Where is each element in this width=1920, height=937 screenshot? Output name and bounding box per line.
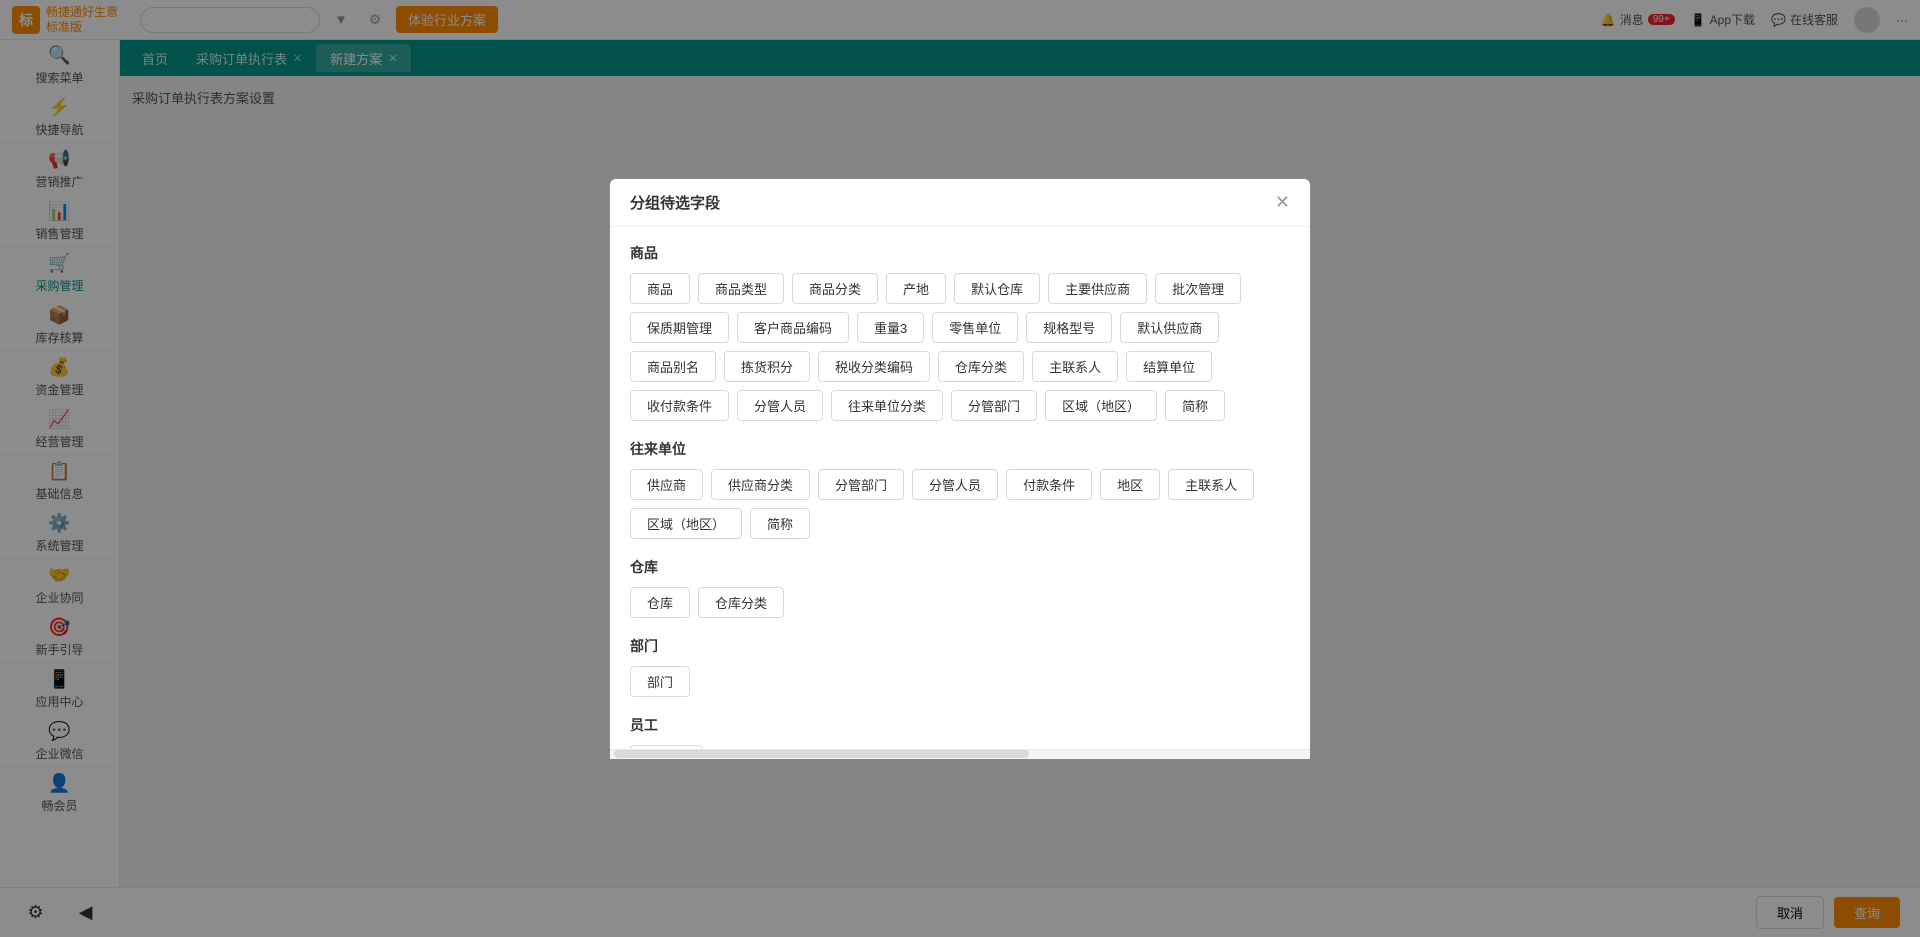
field-tag-goods-24[interactable]: 简称 [1165, 390, 1225, 421]
field-tag-warehouse-1[interactable]: 仓库分类 [698, 587, 784, 618]
modal-header: 分组待选字段 ✕ [610, 179, 1310, 227]
field-tag-goods-5[interactable]: 主要供应商 [1048, 273, 1147, 304]
field-tag-goods-22[interactable]: 分管部门 [951, 390, 1037, 421]
field-tag-goods-15[interactable]: 税收分类编码 [818, 351, 930, 382]
field-section-employee: 员工业务员 [630, 715, 1290, 750]
field-tag-goods-10[interactable]: 零售单位 [932, 312, 1018, 343]
field-section-title-department: 部门 [630, 636, 1290, 656]
modal-dialog: 分组待选字段 ✕ 商品商品商品类型商品分类产地默认仓库主要供应商批次管理保质期管… [610, 179, 1310, 759]
field-tag-goods-12[interactable]: 默认供应商 [1120, 312, 1219, 343]
field-tags-partner: 供应商供应商分类分管部门分管人员付款条件地区主联系人区域（地区） 简称 [630, 469, 1290, 539]
modal-overlay: 分组待选字段 ✕ 商品商品商品类型商品分类产地默认仓库主要供应商批次管理保质期管… [0, 0, 1920, 937]
field-tag-goods-11[interactable]: 规格型号 [1026, 312, 1112, 343]
field-tag-goods-18[interactable]: 结算单位 [1126, 351, 1212, 382]
field-tag-goods-23[interactable]: 区域（地区） [1045, 390, 1157, 421]
field-section-partner: 往来单位供应商供应商分类分管部门分管人员付款条件地区主联系人区域（地区） 简称 [630, 439, 1290, 539]
field-tag-partner-8[interactable]: 简称 [750, 508, 810, 539]
modal-horizontal-scrollbar[interactable] [610, 749, 1310, 758]
field-tag-goods-14[interactable]: 拣货积分 [724, 351, 810, 382]
field-tag-department-0[interactable]: 部门 [630, 666, 690, 697]
field-tag-goods-8[interactable]: 客户商品编码 [737, 312, 849, 343]
field-tag-goods-1[interactable]: 商品类型 [698, 273, 784, 304]
field-tag-partner-5[interactable]: 地区 [1100, 469, 1160, 500]
field-section-title-partner: 往来单位 [630, 439, 1290, 459]
field-tag-partner-4[interactable]: 付款条件 [1006, 469, 1092, 500]
field-section-warehouse: 仓库仓库仓库分类 [630, 557, 1290, 618]
field-tag-goods-16[interactable]: 仓库分类 [938, 351, 1024, 382]
field-tag-goods-19[interactable]: 收付款条件 [630, 390, 729, 421]
field-tag-goods-0[interactable]: 商品 [630, 273, 690, 304]
field-section-department: 部门部门 [630, 636, 1290, 697]
modal-close-button[interactable]: ✕ [1275, 193, 1290, 211]
field-tag-goods-21[interactable]: 往来单位分类 [831, 390, 943, 421]
field-tags-goods: 商品商品类型商品分类产地默认仓库主要供应商批次管理保质期管理客户商品编码重量3 零… [630, 273, 1290, 421]
field-tag-partner-7[interactable]: 区域（地区） [630, 508, 742, 539]
field-tag-goods-2[interactable]: 商品分类 [792, 273, 878, 304]
field-tag-partner-2[interactable]: 分管部门 [818, 469, 904, 500]
field-section-title-warehouse: 仓库 [630, 557, 1290, 577]
field-tag-partner-6[interactable]: 主联系人 [1168, 469, 1254, 500]
modal-body[interactable]: 商品商品商品类型商品分类产地默认仓库主要供应商批次管理保质期管理客户商品编码重量… [610, 227, 1310, 750]
field-tag-partner-3[interactable]: 分管人员 [912, 469, 998, 500]
scrollbar-thumb [614, 750, 1029, 758]
field-section-title-employee: 员工 [630, 715, 1290, 735]
field-tag-partner-0[interactable]: 供应商 [630, 469, 703, 500]
field-tag-goods-3[interactable]: 产地 [886, 273, 946, 304]
field-tag-goods-6[interactable]: 批次管理 [1155, 273, 1241, 304]
field-tags-warehouse: 仓库仓库分类 [630, 587, 1290, 618]
field-tag-goods-13[interactable]: 商品别名 [630, 351, 716, 382]
modal-title: 分组待选字段 [630, 192, 720, 213]
field-tag-partner-1[interactable]: 供应商分类 [711, 469, 810, 500]
field-tag-goods-4[interactable]: 默认仓库 [954, 273, 1040, 304]
field-tag-goods-20[interactable]: 分管人员 [737, 390, 823, 421]
field-section-title-goods: 商品 [630, 243, 1290, 263]
field-tag-goods-7[interactable]: 保质期管理 [630, 312, 729, 343]
field-tag-warehouse-0[interactable]: 仓库 [630, 587, 690, 618]
field-tags-department: 部门 [630, 666, 1290, 697]
field-tag-goods-9[interactable]: 重量3 [857, 312, 924, 343]
field-tag-goods-17[interactable]: 主联系人 [1032, 351, 1118, 382]
field-section-goods: 商品商品商品类型商品分类产地默认仓库主要供应商批次管理保质期管理客户商品编码重量… [630, 243, 1290, 421]
